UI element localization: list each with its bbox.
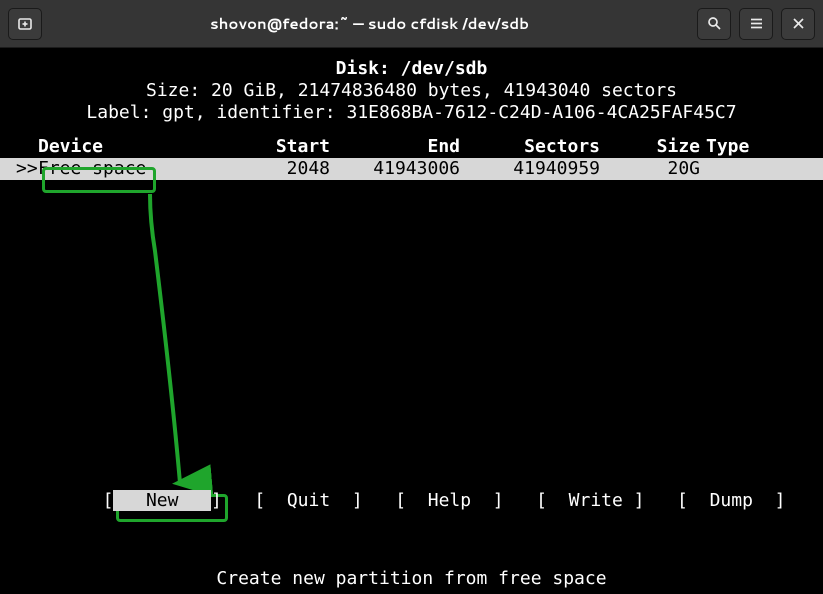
disk-label-line: Label: gpt, identifier: 31E868BA-7612-C2… [0, 102, 823, 124]
menu-button[interactable] [739, 8, 773, 40]
menu-quit[interactable]: [ Quit ] [254, 490, 362, 512]
search-button[interactable] [697, 8, 731, 40]
col-sectors: Sectors [460, 136, 600, 158]
cell-device-text: Free space [38, 158, 146, 179]
menu-new[interactable]: [ New ] [103, 490, 222, 512]
cell-size: 20G [600, 158, 700, 180]
cell-sectors: 41940959 [460, 158, 600, 180]
col-end: End [330, 136, 460, 158]
menu-write[interactable]: [ Write ] [536, 490, 644, 512]
menu-dump-label: Dump [710, 490, 753, 511]
terminal-body[interactable]: Disk: /dev/sdb Size: 20 GiB, 21474836480… [0, 48, 823, 594]
close-icon [792, 17, 805, 30]
table-row[interactable]: >>Free space 2048 41943006 41940959 20G [0, 158, 823, 180]
search-icon [707, 16, 722, 31]
menu-help[interactable]: [ Help ] [395, 490, 503, 512]
cell-start: 2048 [210, 158, 330, 180]
titlebar: shovon@fedora:~ — sudo cfdisk /dev/sdb [0, 0, 823, 48]
menu-help-label: Help [428, 490, 471, 511]
col-device: Device [10, 136, 210, 158]
window-title: shovon@fedora:~ — sudo cfdisk /dev/sdb [50, 13, 689, 34]
disk-heading: Disk: /dev/sdb [0, 58, 823, 80]
menu-new-label: New [146, 490, 179, 511]
titlebar-right-controls [697, 8, 815, 40]
menu-quit-label: Quit [287, 490, 330, 511]
table-header: Device Start End Sectors Size Type [0, 136, 823, 158]
cell-type [700, 158, 813, 180]
disk-size-line: Size: 20 GiB, 21474836480 bytes, 4194304… [0, 80, 823, 102]
col-type: Type [700, 136, 813, 158]
status-line: Create new partition from free space [0, 568, 823, 590]
col-start: Start [210, 136, 330, 158]
col-size: Size [600, 136, 700, 158]
new-tab-button[interactable] [8, 8, 42, 40]
new-tab-icon [17, 16, 33, 32]
cell-device: >>Free space [10, 158, 210, 180]
cell-end: 41943006 [330, 158, 460, 180]
cursor-marker: >> [10, 158, 38, 180]
hamburger-icon [749, 16, 764, 31]
menu-dump[interactable]: [ Dump ] [677, 490, 785, 512]
annotation-arrow [100, 191, 220, 511]
action-menu: [ New ] [ Quit ] [ Help ] [ Write ] [ Du… [0, 468, 823, 534]
menu-write-label: Write [569, 490, 623, 511]
close-button[interactable] [781, 8, 815, 40]
terminal-window: shovon@fedora:~ — sudo cfdisk /dev/sdb [0, 0, 823, 594]
